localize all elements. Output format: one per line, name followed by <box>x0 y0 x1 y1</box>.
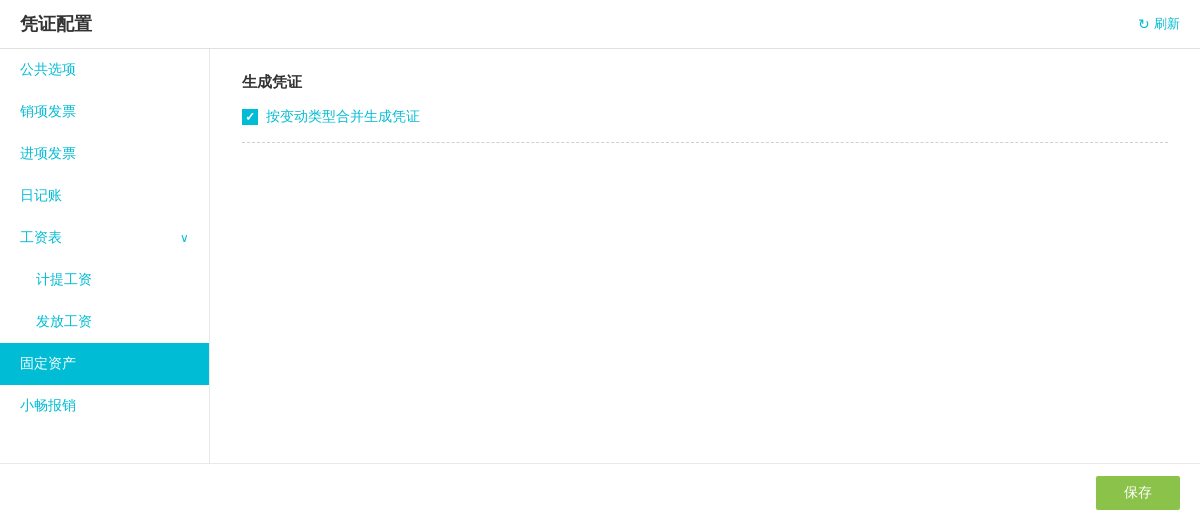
sidebar-item-payroll-pay[interactable]: 发放工资 <box>0 301 209 343</box>
sidebar-item-public-options[interactable]: 公共选项 <box>0 49 209 91</box>
sidebar-item-sales-invoice[interactable]: 销项发票 <box>0 91 209 133</box>
sidebar-item-label: 固定资产 <box>20 355 76 373</box>
save-button[interactable]: 保存 <box>1096 476 1180 510</box>
checkbox-row: ✓ 按变动类型合并生成凭证 <box>242 108 1168 126</box>
content-area: 生成凭证 ✓ 按变动类型合并生成凭证 <box>210 49 1200 463</box>
section-divider <box>242 142 1168 143</box>
sidebar-item-label: 工资表 <box>20 229 62 247</box>
main-layout: 公共选项销项发票进项发票日记账工资表 ∨ 计提工资发放工资固定资产小畅报销 生成凭证… <box>0 49 1200 463</box>
sidebar-item-label: 销项发票 <box>20 103 76 121</box>
refresh-label: 刷新 <box>1154 15 1180 33</box>
sidebar-item-payroll-table[interactable]: 工资表 ∨ <box>0 217 209 259</box>
sidebar-item-label: 日记账 <box>20 187 62 205</box>
sidebar-item-expense-reimbursement[interactable]: 小畅报销 <box>0 385 209 427</box>
checkbox-label[interactable]: 按变动类型合并生成凭证 <box>266 108 420 126</box>
sidebar-item-journal[interactable]: 日记账 <box>0 175 209 217</box>
sidebar-item-label: 计提工资 <box>36 271 92 289</box>
sidebar-item-fixed-assets[interactable]: 固定资产 <box>0 343 209 385</box>
header: 凭证配置 ↻ 刷新 <box>0 0 1200 49</box>
page-title: 凭证配置 <box>20 12 92 36</box>
refresh-button[interactable]: ↻ 刷新 <box>1138 15 1180 33</box>
refresh-icon: ↻ <box>1138 16 1150 32</box>
sidebar-item-label: 发放工资 <box>36 313 92 331</box>
sidebar-item-label: 进项发票 <box>20 145 76 163</box>
sidebar-item-purchase-invoice[interactable]: 进项发票 <box>0 133 209 175</box>
sidebar-item-label: 公共选项 <box>20 61 76 79</box>
chevron-down-icon: ∨ <box>180 231 189 245</box>
page-wrapper: 凭证配置 ↻ 刷新 公共选项销项发票进项发票日记账工资表 ∨ 计提工资发放工资固定资… <box>0 0 1200 522</box>
sidebar: 公共选项销项发票进项发票日记账工资表 ∨ 计提工资发放工资固定资产小畅报销 <box>0 49 210 463</box>
footer: 保存 <box>0 463 1200 522</box>
checkmark-icon: ✓ <box>245 110 255 124</box>
section-title: 生成凭证 <box>242 73 1168 92</box>
sidebar-item-label: 小畅报销 <box>20 397 76 415</box>
merge-checkbox[interactable]: ✓ <box>242 109 258 125</box>
sidebar-item-payroll-calc[interactable]: 计提工资 <box>0 259 209 301</box>
